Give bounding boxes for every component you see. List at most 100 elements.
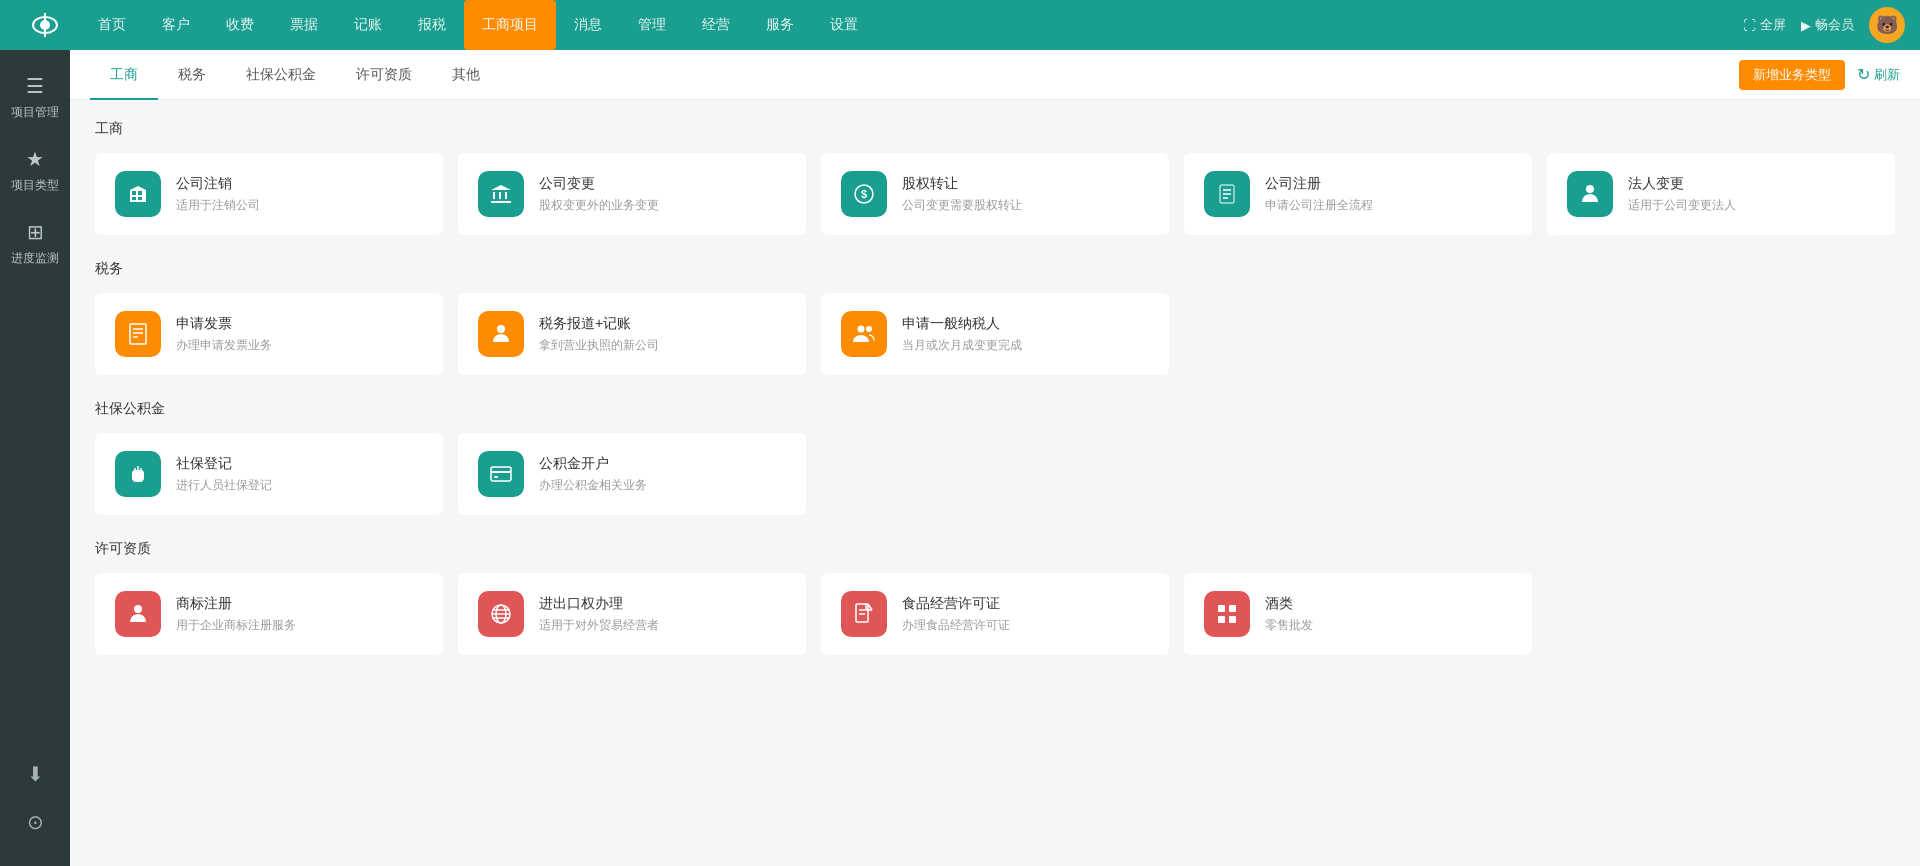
card-2-0[interactable]: 社保登记进行人员社保登记 bbox=[95, 433, 443, 515]
sidebar-icon-1: ★ bbox=[21, 145, 49, 173]
scroll-content: 工商公司注销适用于注销公司公司变更股权变更外的业务变更$股权转让公司变更需要股权… bbox=[70, 100, 1920, 866]
nav-item-首页[interactable]: 首页 bbox=[80, 0, 144, 50]
card-1-2[interactable]: 申请一般纳税人当月或次月成变更完成 bbox=[821, 293, 1169, 375]
nav-item-票据[interactable]: 票据 bbox=[272, 0, 336, 50]
card-icon-2-1 bbox=[478, 451, 524, 497]
tab-其他[interactable]: 其他 bbox=[432, 50, 500, 100]
card-1-1[interactable]: 税务报道+记账拿到营业执照的新公司 bbox=[458, 293, 806, 375]
card-title-2-1: 公积金开户 bbox=[539, 455, 647, 473]
cards-grid-3: 商标注册用于企业商标注册服务 进出口权办理适用于对外贸易经营者 食品经营许可证办理食… bbox=[95, 573, 1895, 655]
section-0: 工商公司注销适用于注销公司公司变更股权变更外的业务变更$股权转让公司变更需要股权… bbox=[95, 120, 1895, 235]
svg-rect-10 bbox=[130, 324, 146, 344]
tab-工商[interactable]: 工商 bbox=[90, 50, 158, 100]
nav-item-工商项目[interactable]: 工商项目 bbox=[464, 0, 556, 50]
card-icon-3-0 bbox=[115, 591, 161, 637]
refresh-button[interactable]: ↻刷新 bbox=[1857, 65, 1900, 84]
card-icon-2-0 bbox=[115, 451, 161, 497]
cards-grid-0: 公司注销适用于注销公司公司变更股权变更外的业务变更$股权转让公司变更需要股权转让… bbox=[95, 153, 1895, 235]
card-info-2-0: 社保登记进行人员社保登记 bbox=[176, 455, 272, 494]
fullscreen-label: 全屏 bbox=[1760, 16, 1786, 34]
card-0-4[interactable]: 法人变更适用于公司变更法人 bbox=[1547, 153, 1895, 235]
card-1-0[interactable]: 申请发票办理申请发票业务 bbox=[95, 293, 443, 375]
nav-item-客户[interactable]: 客户 bbox=[144, 0, 208, 50]
card-3-2[interactable]: 食品经营许可证办理食品经营许可证 bbox=[821, 573, 1169, 655]
nav-items: 首页客户收费票据记账报税工商项目消息管理经营服务设置 bbox=[80, 0, 1743, 50]
nav-item-设置[interactable]: 设置 bbox=[812, 0, 876, 50]
card-0-2[interactable]: $股权转让公司变更需要股权转让 bbox=[821, 153, 1169, 235]
vip-btn[interactable]: ▶ 畅会员 bbox=[1801, 16, 1854, 34]
fullscreen-btn[interactable]: ⛶ 全屏 bbox=[1743, 16, 1786, 34]
card-desc-0-0: 适用于注销公司 bbox=[176, 197, 260, 214]
sidebar-bottom: ⬇⊙ bbox=[0, 750, 70, 866]
card-title-1-0: 申请发票 bbox=[176, 315, 272, 333]
tabs-list: 工商税务社保公积金许可资质其他 bbox=[90, 50, 1739, 100]
card-icon-1-2 bbox=[841, 311, 887, 357]
card-desc-3-0: 用于企业商标注册服务 bbox=[176, 617, 296, 634]
card-3-0[interactable]: 商标注册用于企业商标注册服务 bbox=[95, 573, 443, 655]
card-icon-3-2 bbox=[841, 591, 887, 637]
svg-rect-31 bbox=[1229, 605, 1236, 612]
card-title-3-0: 商标注册 bbox=[176, 595, 296, 613]
sidebar-item-0[interactable]: ☰ 项目管理 bbox=[0, 60, 70, 133]
card-desc-2-1: 办理公积金相关业务 bbox=[539, 477, 647, 494]
card-icon-0-3 bbox=[1204, 171, 1250, 217]
card-3-3[interactable]: 酒类零售批发 bbox=[1184, 573, 1532, 655]
svg-rect-17 bbox=[491, 467, 511, 481]
sidebar-icon-0: ☰ bbox=[21, 72, 49, 100]
card-title-0-1: 公司变更 bbox=[539, 175, 659, 193]
svg-point-16 bbox=[866, 326, 872, 332]
card-0-3[interactable]: 公司注册申请公司注册全流程 bbox=[1184, 153, 1532, 235]
refresh-label: 刷新 bbox=[1874, 66, 1900, 84]
svg-point-9 bbox=[1586, 185, 1594, 193]
nav-item-报税[interactable]: 报税 bbox=[400, 0, 464, 50]
card-3-1[interactable]: 进出口权办理适用于对外贸易经营者 bbox=[458, 573, 806, 655]
card-title-3-2: 食品经营许可证 bbox=[902, 595, 1010, 613]
card-desc-3-3: 零售批发 bbox=[1265, 617, 1313, 634]
svg-point-15 bbox=[858, 326, 865, 333]
nav-item-服务[interactable]: 服务 bbox=[748, 0, 812, 50]
tabs-actions: 新增业务类型 ↻刷新 bbox=[1739, 60, 1900, 90]
card-info-0-1: 公司变更股权变更外的业务变更 bbox=[539, 175, 659, 214]
nav-item-收费[interactable]: 收费 bbox=[208, 0, 272, 50]
avatar[interactable]: 🐻 bbox=[1869, 7, 1905, 43]
card-icon-3-1 bbox=[478, 591, 524, 637]
main-layout: ☰项目管理★项目类型⊞进度监测⬇⊙ 工商税务社保公积金许可资质其他新增业务类型↻… bbox=[0, 50, 1920, 866]
card-0-0[interactable]: 公司注销适用于注销公司 bbox=[95, 153, 443, 235]
card-title-2-0: 社保登记 bbox=[176, 455, 272, 473]
card-0-1[interactable]: 公司变更股权变更外的业务变更 bbox=[458, 153, 806, 235]
card-icon-0-1 bbox=[478, 171, 524, 217]
sidebar-bottom-item-1[interactable]: ⊙ bbox=[0, 798, 70, 846]
nav-item-管理[interactable]: 管理 bbox=[620, 0, 684, 50]
logo bbox=[10, 0, 80, 50]
card-info-3-1: 进出口权办理适用于对外贸易经营者 bbox=[539, 595, 659, 634]
section-title-2: 社保公积金 bbox=[95, 400, 1895, 418]
card-title-3-1: 进出口权办理 bbox=[539, 595, 659, 613]
avatar-icon: 🐻 bbox=[1876, 14, 1898, 36]
nav-item-经营[interactable]: 经营 bbox=[684, 0, 748, 50]
card-desc-3-2: 办理食品经营许可证 bbox=[902, 617, 1010, 634]
tab-社保公积金[interactable]: 社保公积金 bbox=[226, 50, 336, 100]
sidebar-bottom-item-0[interactable]: ⬇ bbox=[0, 750, 70, 798]
card-title-0-0: 公司注销 bbox=[176, 175, 260, 193]
card-info-0-3: 公司注册申请公司注册全流程 bbox=[1265, 175, 1373, 214]
svg-text:$: $ bbox=[861, 188, 867, 200]
nav-item-消息[interactable]: 消息 bbox=[556, 0, 620, 50]
tab-税务[interactable]: 税务 bbox=[158, 50, 226, 100]
card-icon-1-1 bbox=[478, 311, 524, 357]
add-type-button[interactable]: 新增业务类型 bbox=[1739, 60, 1845, 90]
nav-item-记账[interactable]: 记账 bbox=[336, 0, 400, 50]
svg-point-2 bbox=[40, 20, 50, 30]
card-2-1[interactable]: 公积金开户办理公积金相关业务 bbox=[458, 433, 806, 515]
svg-rect-32 bbox=[1218, 616, 1225, 623]
sidebar-item-2[interactable]: ⊞进度监测 bbox=[0, 206, 70, 279]
sidebar-icon-2: ⊞ bbox=[21, 218, 49, 246]
refresh-icon: ↻ bbox=[1857, 65, 1870, 84]
card-info-0-0: 公司注销适用于注销公司 bbox=[176, 175, 260, 214]
svg-rect-33 bbox=[1229, 616, 1236, 623]
sidebar-label-0: 项目管理 bbox=[11, 104, 59, 121]
sidebar-item-1[interactable]: ★项目类型 bbox=[0, 133, 70, 206]
tab-许可资质[interactable]: 许可资质 bbox=[336, 50, 432, 100]
card-title-0-2: 股权转让 bbox=[902, 175, 1022, 193]
card-info-3-3: 酒类零售批发 bbox=[1265, 595, 1313, 634]
card-info-3-2: 食品经营许可证办理食品经营许可证 bbox=[902, 595, 1010, 634]
